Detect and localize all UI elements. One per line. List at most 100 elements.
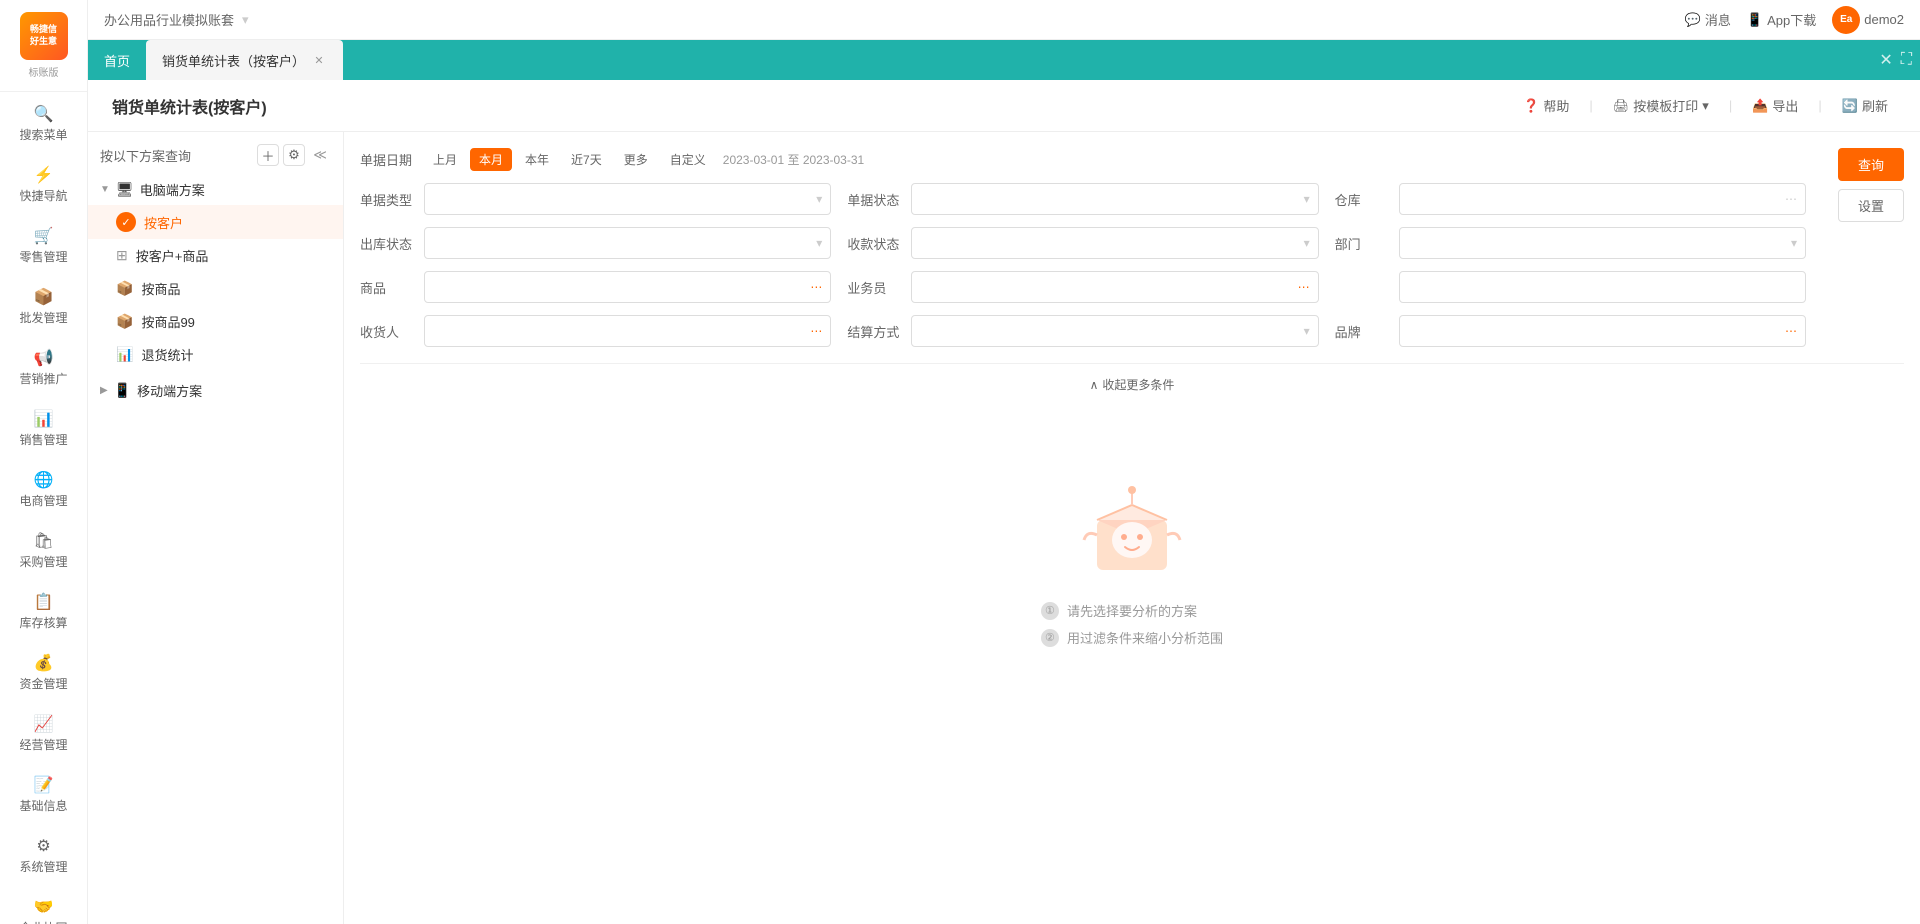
scheme-item-by-goods-99[interactable]: 📦 按商品99: [88, 305, 343, 338]
sidebar-item-purchase[interactable]: 🛍 采购管理: [4, 521, 83, 580]
collapse-btn[interactable]: ∧ 收起更多条件: [1078, 372, 1187, 397]
sales-icon: 📊: [8, 409, 79, 429]
divider1: |: [1589, 98, 1592, 113]
tip-num-2: ②: [1041, 629, 1059, 647]
help-label: 帮助: [1543, 96, 1569, 115]
order-status-input[interactable]: ▾: [911, 183, 1318, 215]
scheme-label-by-customer: 按客户: [144, 213, 183, 232]
outbound-label: 出库状态: [360, 234, 416, 253]
app-download-btn[interactable]: 📱 App下载: [1747, 10, 1816, 29]
export-btn[interactable]: 📤 导出: [1744, 92, 1806, 119]
tab-label-sales-stat: 销货单统计表（按客户）: [162, 51, 305, 70]
sidebar-item-finance[interactable]: 💰 资金管理: [4, 643, 83, 702]
collapse-scheme-btn[interactable]: ≪: [309, 144, 331, 166]
sidebar-label-enterprise: 企业协同: [8, 919, 79, 924]
user-profile[interactable]: Ea demo2: [1832, 6, 1904, 34]
sidebar-label-search: 搜索菜单: [8, 126, 79, 143]
filter-panel: 单据日期 上月本月本年近7天更多自定义 2023-03-01 至 2023-03…: [344, 132, 1920, 924]
message-btn[interactable]: 💬 消息: [1685, 10, 1731, 29]
payment-input[interactable]: ▾: [911, 227, 1318, 259]
brand-field: 品牌 ⋯: [1335, 315, 1806, 347]
recipient-field: 收货人 ⋯: [360, 315, 831, 347]
message-label: 消息: [1705, 10, 1731, 29]
date-tab-自定义[interactable]: 自定义: [661, 148, 715, 171]
mobile-group-label: 移动端方案: [137, 381, 202, 400]
goods-input[interactable]: ⋯: [424, 271, 831, 303]
dept2-field: [1335, 271, 1806, 303]
settings-button[interactable]: 设置: [1838, 189, 1904, 222]
ecommerce-icon: 🌐: [8, 470, 79, 490]
print-btn[interactable]: 🖨 按模板打印 ▾: [1605, 92, 1717, 119]
dept-field: 部门 ▾: [1335, 227, 1806, 259]
settlement-input[interactable]: ▾: [911, 315, 1318, 347]
scheme-item-by-goods[interactable]: 📦 按商品: [88, 272, 343, 305]
tab-expand-btn[interactable]: ⛶: [1901, 51, 1912, 69]
recipient-label: 收货人: [360, 322, 416, 341]
action-buttons: 查询 设置: [1838, 148, 1904, 222]
recipient-input[interactable]: ⋯: [424, 315, 831, 347]
operations-icon: 📈: [8, 714, 79, 734]
finance-icon: 💰: [8, 653, 79, 673]
help-btn[interactable]: ❓ 帮助: [1515, 92, 1577, 119]
sidebar-item-system[interactable]: ⚙ 系统管理: [4, 826, 83, 885]
outbound-arrow: ▾: [816, 236, 822, 250]
sidebar-item-basic[interactable]: 📝 基础信息: [4, 765, 83, 824]
sidebar-item-wholesale[interactable]: 📦 批发管理: [4, 277, 83, 336]
dept-input[interactable]: ▾: [1399, 227, 1806, 259]
tab-close-sales-stat[interactable]: ✕: [311, 52, 327, 68]
scheme-item-return-stat[interactable]: 📊 退货统计: [88, 338, 343, 371]
sidebar-item-retail[interactable]: 🛒 零售管理: [4, 216, 83, 275]
breadcrumb: 办公用品行业模拟账套: [104, 10, 234, 29]
tab-label-home: 首页: [104, 51, 130, 70]
sidebar-item-marketing[interactable]: 📢 营销推广: [4, 338, 83, 397]
brand-input[interactable]: ⋯: [1399, 315, 1806, 347]
sidebar-item-sales[interactable]: 📊 销售管理: [4, 399, 83, 458]
sidebar-label-marketing: 营销推广: [8, 370, 79, 387]
settlement-label: 结算方式: [847, 322, 903, 341]
scheme-item-by-customer-goods[interactable]: ⊞ 按客户+商品: [88, 239, 343, 272]
date-range: 2023-03-01 至 2023-03-31: [723, 151, 864, 168]
print-icon: 🖨: [1613, 98, 1630, 114]
outbound-input[interactable]: ▾: [424, 227, 831, 259]
tab-sales-stat[interactable]: 销货单统计表（按客户） ✕: [146, 40, 343, 80]
message-icon: 💬: [1685, 12, 1701, 28]
warehouse-input[interactable]: ⋯: [1399, 183, 1806, 215]
sidebar-item-inventory[interactable]: 📋 库存核算: [4, 582, 83, 641]
refresh-btn[interactable]: 🔄 刷新: [1834, 92, 1896, 119]
scheme-group-mobile-header[interactable]: ▶ 📱 移动端方案: [88, 375, 343, 406]
help-icon: ❓: [1523, 98, 1539, 114]
scheme-label-by-goods: 按商品: [141, 279, 180, 298]
sidebar-item-operations[interactable]: 📈 经营管理: [4, 704, 83, 763]
order-status-arrow: ▾: [1304, 192, 1310, 206]
salesperson-input[interactable]: ⋯: [911, 271, 1318, 303]
date-tab-近7天[interactable]: 近7天: [562, 148, 611, 171]
sidebar-label-purchase: 采购管理: [8, 553, 79, 570]
date-tab-本年[interactable]: 本年: [516, 148, 558, 171]
sidebar-item-search[interactable]: 🔍 搜索菜单: [4, 94, 83, 153]
date-tab-本月[interactable]: 本月: [470, 148, 512, 171]
date-tab-上月[interactable]: 上月: [424, 148, 466, 171]
order-type-input[interactable]: ▾: [424, 183, 831, 215]
tab-close-all-btn[interactable]: ✕: [1879, 50, 1892, 70]
goods-label: 商品: [360, 278, 416, 297]
collapse-label: 收起更多条件: [1102, 376, 1174, 393]
settings-scheme-btn[interactable]: ⚙: [283, 144, 305, 166]
header-left: 办公用品行业模拟账套 ▾: [104, 10, 249, 29]
header-right: 💬 消息 📱 App下载 Ea demo2: [1685, 6, 1904, 34]
scheme-item-by-customer[interactable]: ✓ 按客户: [88, 205, 343, 239]
sidebar-item-ecommerce[interactable]: 🌐 电商管理: [4, 460, 83, 519]
dept2-input[interactable]: [1399, 271, 1806, 303]
date-tab-更多[interactable]: 更多: [615, 148, 657, 171]
brand-dots: ⋯: [1785, 324, 1797, 338]
add-scheme-btn[interactable]: ＋: [257, 144, 279, 166]
scheme-group-desktop-header[interactable]: ▼ 🖥 电脑端方案: [88, 174, 343, 205]
tab-home[interactable]: 首页: [88, 40, 146, 80]
page-header: 销货单统计表(按客户) ❓ 帮助 | 🖨 按模板打印 ▾ | 📤 导出 |: [88, 80, 1920, 132]
phone-icon: 📱: [1747, 12, 1763, 28]
query-button[interactable]: 查询: [1838, 148, 1904, 181]
system-icon: ⚙: [8, 836, 79, 856]
sidebar-item-quick-nav[interactable]: ⚡ 快捷导航: [4, 155, 83, 214]
settlement-arrow: ▾: [1304, 324, 1310, 338]
avatar: Ea: [1832, 6, 1860, 34]
sidebar-item-enterprise[interactable]: 🤝 企业协同: [4, 887, 83, 924]
